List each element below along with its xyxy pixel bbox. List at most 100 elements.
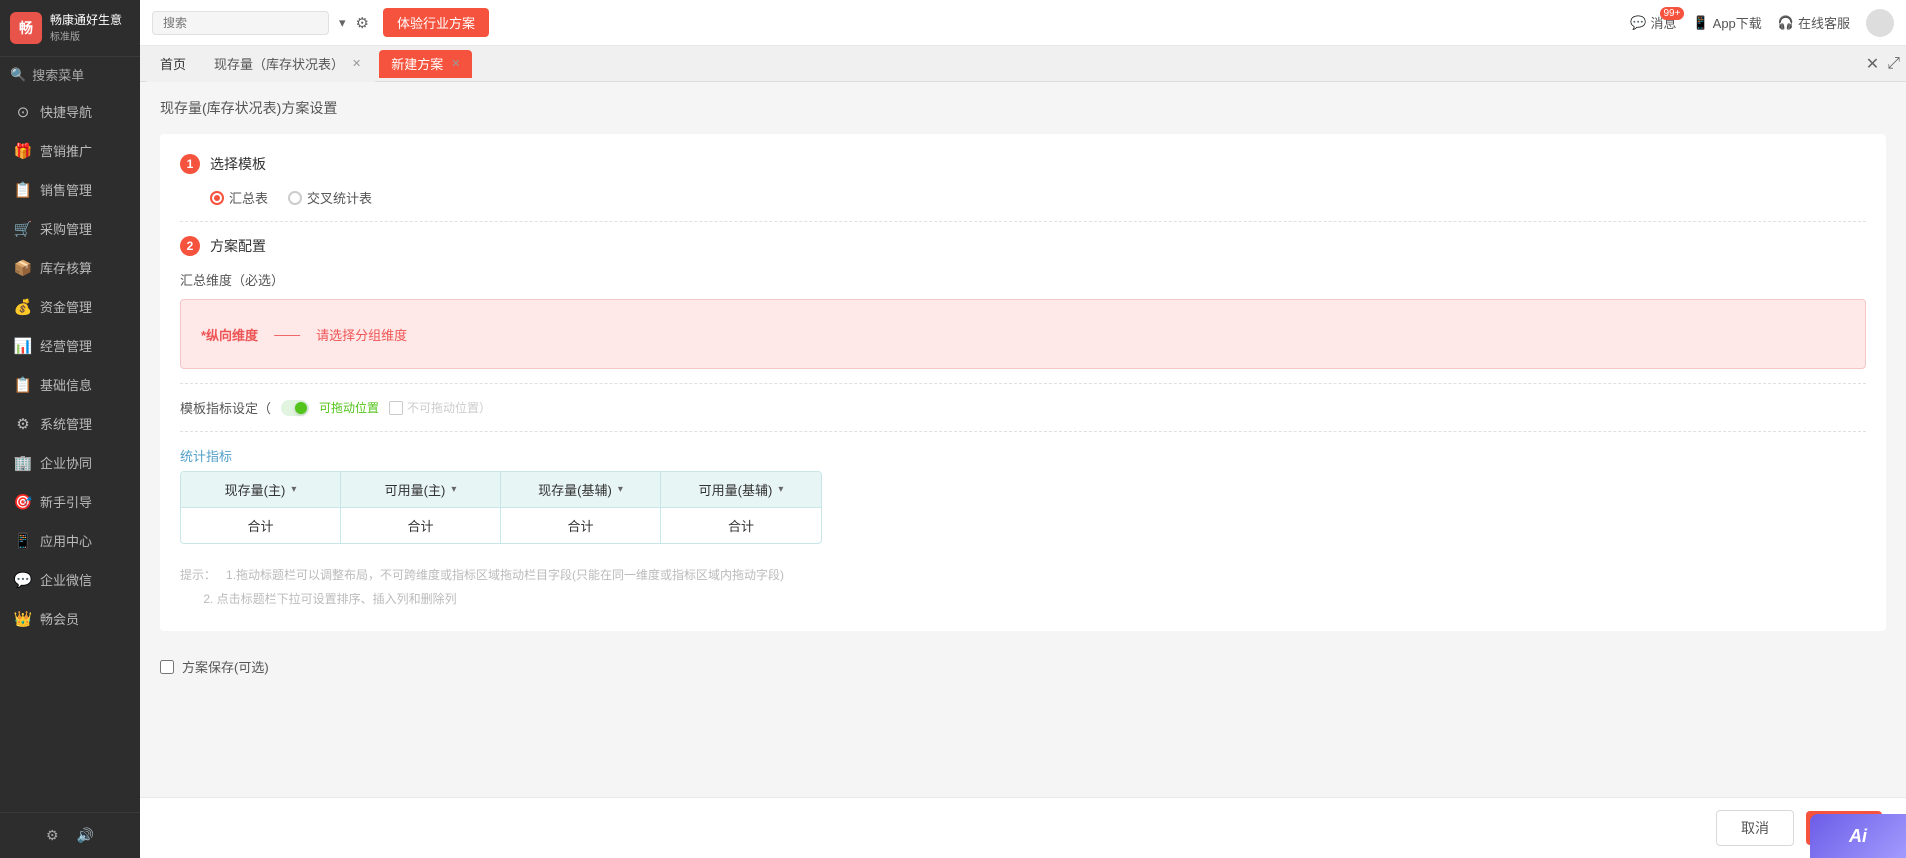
sidebar-item-system[interactable]: ⚙ 系统管理: [0, 404, 140, 443]
cell-available-main: 合计: [341, 508, 501, 543]
app-edition: 标准版: [50, 28, 122, 43]
stats-table-header: 现存量(主) ▾ 可用量(主) ▾ 现存量(基辅) ▾ 可用量(基辅) ▾: [181, 472, 821, 507]
topbar-dropdown-icon[interactable]: ▾: [339, 15, 346, 31]
col-current-main-label: 现存量(主): [225, 480, 286, 499]
sidebar-item-sales[interactable]: 📋 销售管理: [0, 170, 140, 209]
purchase-icon: 🛒: [14, 220, 32, 238]
save-checkbox[interactable]: [160, 660, 174, 674]
radio-summary-dot: [210, 191, 224, 205]
sidebar-item-label: 资金管理: [40, 297, 92, 316]
stats-section-label: 统计指标: [180, 446, 1866, 465]
step-divider: [180, 221, 1866, 222]
radio-cross-dot: [288, 191, 302, 205]
operations-icon: 📊: [14, 337, 32, 355]
app-name: 畅康通好生意: [50, 13, 122, 29]
tips-section: 提示： 1.拖动标题栏可以调整布局，不可跨维度或指标区域拖动栏目字段(只能在同一…: [180, 563, 1866, 611]
topbar-search-input[interactable]: [152, 11, 329, 35]
step1-number: 1: [180, 154, 200, 174]
col-current-main[interactable]: 现存量(主) ▾: [181, 472, 341, 507]
tab-actions: ✕ ⤢: [1866, 54, 1900, 74]
trial-button[interactable]: 体验行业方案: [383, 8, 489, 37]
inventory-icon: 📦: [14, 259, 32, 277]
indicator-setting-label: 模板指标设定（ 可拖动位置 不可拖动位置）: [180, 398, 1866, 417]
sidebar-item-label: 经营管理: [40, 336, 92, 355]
tab-home[interactable]: 首页: [146, 46, 200, 82]
col-current-main-chevron: ▾: [291, 484, 296, 495]
messages-badge: 99+: [1660, 7, 1685, 20]
sidebar-search[interactable]: 🔍 搜索菜单: [0, 57, 140, 92]
sidebar-item-enterprise[interactable]: 🏢 企业协同: [0, 443, 140, 482]
col-available-aux-label: 可用量(基辅): [699, 480, 773, 499]
dimension-separator: ——: [274, 327, 300, 342]
tab-inventory-status[interactable]: 现存量（库存状况表） ✕: [200, 46, 375, 82]
shortcut-icon: ⊙: [14, 103, 32, 121]
new-scheme-tab-close[interactable]: ✕: [451, 57, 460, 70]
ai-button[interactable]: Ai: [1810, 814, 1906, 858]
col-available-main-chevron: ▾: [451, 484, 456, 495]
indicator-setting-text: 模板指标设定（: [180, 398, 271, 417]
app-download-label: App下载: [1713, 13, 1762, 32]
col-available-main[interactable]: 可用量(主) ▾: [341, 472, 501, 507]
user-avatar[interactable]: [1866, 9, 1894, 37]
step1-label: 选择模板: [210, 154, 266, 174]
radio-summary[interactable]: 汇总表: [210, 188, 268, 207]
stats-table-body: 合计 合计 合计 合计: [181, 507, 821, 543]
nodraggable-label: 不可拖动位置）: [389, 399, 491, 416]
sidebar-item-operations[interactable]: 📊 经营管理: [0, 326, 140, 365]
radio-cross[interactable]: 交叉统计表: [288, 188, 372, 207]
sidebar-item-label: 企业微信: [40, 570, 92, 589]
expand-icon[interactable]: ⤢: [1887, 55, 1900, 73]
cell-available-aux: 合计: [661, 508, 821, 543]
app-logo-icon: 畅: [10, 12, 42, 44]
dimension-box[interactable]: *纵向维度 —— 请选择分组维度: [180, 299, 1866, 369]
headset-icon: 🎧: [1778, 15, 1794, 31]
topbar: ▾ ⚙ 体验行业方案 💬 消息 99+ 📱 App下载 🎧 在线客服: [140, 0, 1906, 46]
radio-summary-label: 汇总表: [229, 188, 268, 207]
settings-icon[interactable]: ⚙: [40, 821, 65, 850]
sidebar: 畅 畅康通好生意 标准版 🔍 搜索菜单 ⊙ 快捷导航 🎁 营销推广 📋 销售管理…: [0, 0, 140, 858]
dimension-placeholder: 请选择分组维度: [316, 325, 407, 344]
sidebar-item-purchase[interactable]: 🛒 采购管理: [0, 209, 140, 248]
app-download-button[interactable]: 📱 App下载: [1692, 13, 1761, 32]
close-tab-icon[interactable]: ✕: [1866, 54, 1879, 74]
sidebar-logo-texts: 畅康通好生意 标准版: [50, 13, 122, 44]
sidebar-item-newguide[interactable]: 🎯 新手引导: [0, 482, 140, 521]
tab-new-scheme[interactable]: 新建方案 ✕: [379, 50, 472, 78]
topbar-right: 💬 消息 99+ 📱 App下载 🎧 在线客服: [1630, 9, 1894, 37]
topbar-gear-icon[interactable]: ⚙: [356, 14, 369, 32]
sidebar-item-shortcut[interactable]: ⊙ 快捷导航: [0, 92, 140, 131]
sidebar-item-finance[interactable]: 💰 资金管理: [0, 287, 140, 326]
cell-current-aux: 合计: [501, 508, 661, 543]
sidebar-item-label: 库存核算: [40, 258, 92, 277]
marketing-icon: 🎁: [14, 142, 32, 160]
new-scheme-tab-label: 新建方案: [391, 54, 443, 73]
cancel-button[interactable]: 取消: [1716, 810, 1794, 846]
sidebar-item-inventory[interactable]: 📦 库存核算: [0, 248, 140, 287]
dimension-divider: [180, 383, 1866, 384]
nodrag-icon: [389, 401, 403, 415]
tips-header: 提示： 1.拖动标题栏可以调整布局，不可跨维度或指标区域拖动栏目字段(只能在同一…: [180, 563, 1866, 587]
messages-button[interactable]: 💬 消息 99+: [1630, 13, 1676, 32]
sidebar-item-label: 销售管理: [40, 180, 92, 199]
inventory-status-tab-close[interactable]: ✕: [352, 57, 361, 70]
footer: 取消 查询: [140, 797, 1906, 858]
sound-icon[interactable]: 🔊: [71, 821, 100, 850]
sales-icon: 📋: [14, 181, 32, 199]
col-available-aux[interactable]: 可用量(基辅) ▾: [661, 472, 821, 507]
newguide-icon: 🎯: [14, 493, 32, 511]
sidebar-item-wechat[interactable]: 💬 企业微信: [0, 560, 140, 599]
search-icon: 🔍: [10, 67, 26, 83]
indicator-toggle[interactable]: [281, 400, 309, 416]
wechat-icon: 💬: [14, 571, 32, 589]
sidebar-item-label: 营销推广: [40, 141, 92, 160]
sidebar-item-marketing[interactable]: 🎁 营销推广: [0, 131, 140, 170]
sidebar-item-basic[interactable]: 📋 基础信息: [0, 365, 140, 404]
page-title: 现存量(库存状况表)方案设置: [160, 98, 1886, 118]
sidebar-item-label: 新手引导: [40, 492, 92, 511]
col-current-aux[interactable]: 现存量(基辅) ▾: [501, 472, 661, 507]
sidebar-item-appcenter[interactable]: 📱 应用中心: [0, 521, 140, 560]
sidebar-item-member[interactable]: 👑 畅会员: [0, 599, 140, 638]
content-area: 现存量(库存状况表)方案设置 1 选择模板 汇总表 交叉统计表: [140, 82, 1906, 797]
online-service-button[interactable]: 🎧 在线客服: [1778, 13, 1850, 32]
step2-number: 2: [180, 236, 200, 256]
